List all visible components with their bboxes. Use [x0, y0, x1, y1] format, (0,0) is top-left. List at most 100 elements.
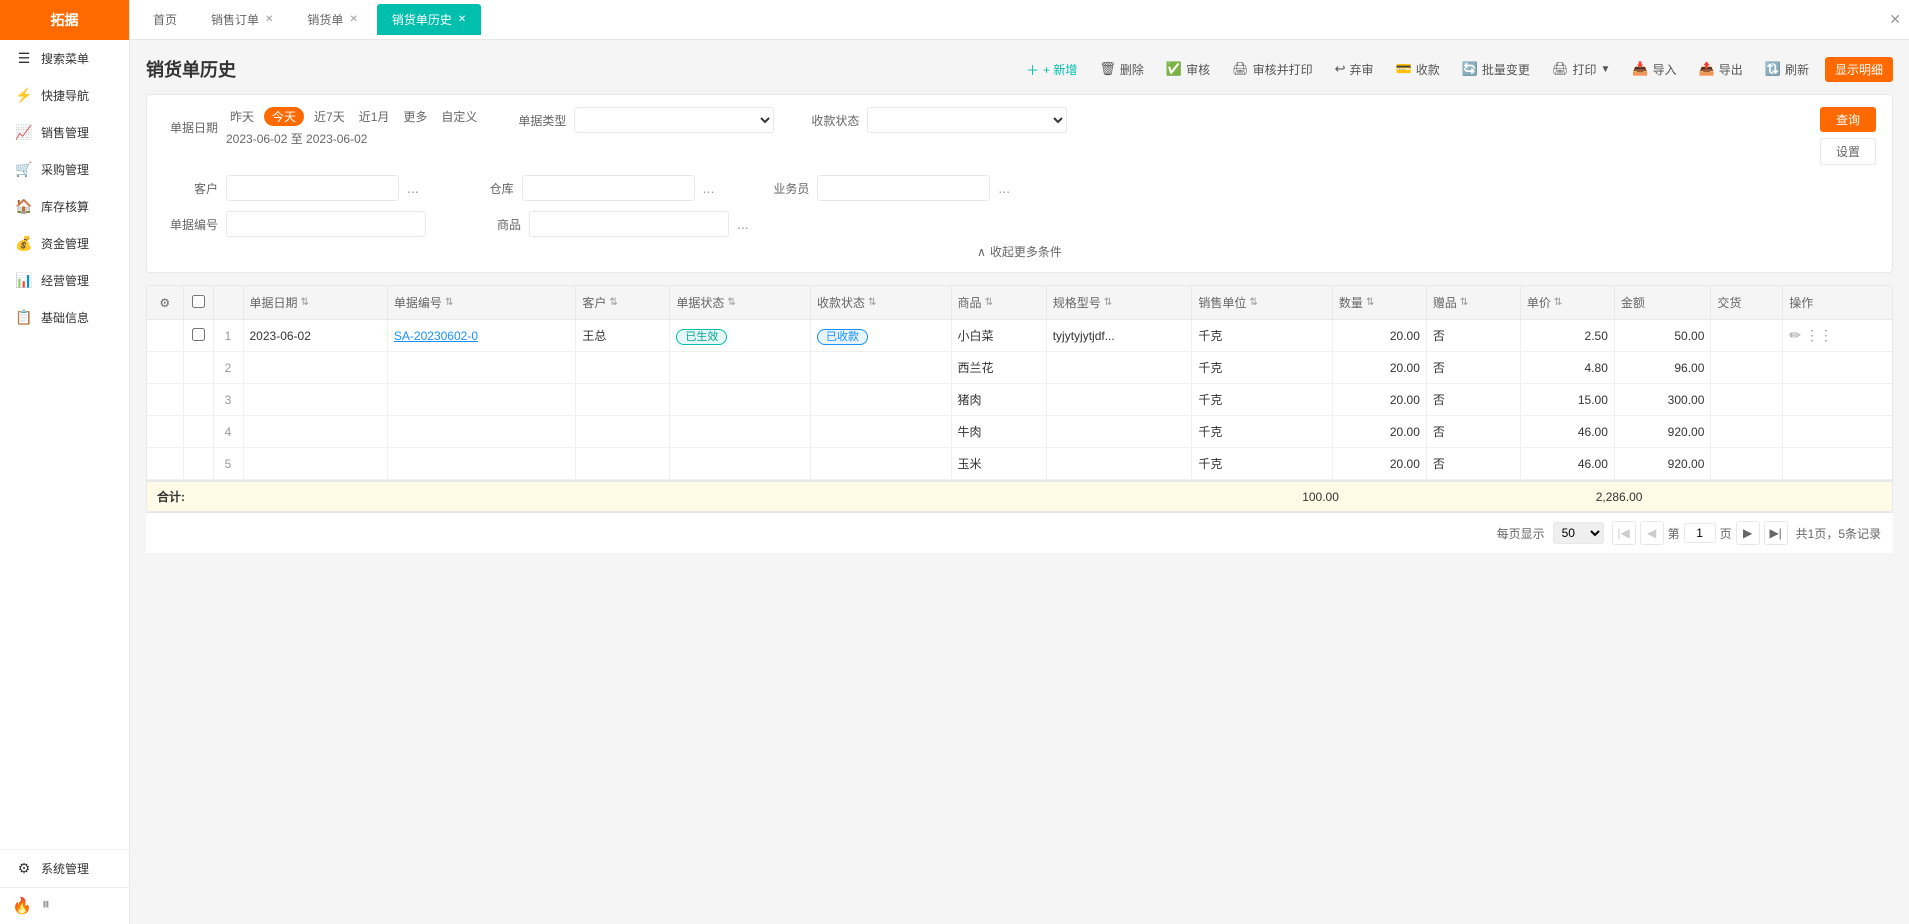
row-amount: 920.00	[1614, 448, 1711, 480]
set-button[interactable]: 设置	[1820, 138, 1876, 165]
show-detail-button[interactable]: 显示明细	[1825, 57, 1893, 82]
page-number-input[interactable]	[1684, 523, 1716, 543]
warehouse-input[interactable]	[522, 175, 695, 201]
home-icon: 🏠	[15, 198, 33, 215]
th-gift[interactable]: 赠品⇅	[1426, 286, 1520, 320]
tab-sales-history[interactable]: 销货单历史 ✕	[377, 4, 481, 35]
sidebar-logo: 拓据	[0, 0, 129, 40]
discard-button[interactable]: ↩ 弃审	[1329, 58, 1380, 81]
more-action-icon[interactable]: ⋮⋮	[1805, 327, 1833, 344]
row-trade	[1711, 320, 1783, 352]
import-button[interactable]: 📥 导入	[1626, 58, 1682, 81]
doc-no-input[interactable]	[226, 211, 426, 237]
table-settings-column[interactable]: ⚙	[147, 286, 183, 320]
edit-action-icon[interactable]: ✏	[1789, 327, 1801, 344]
tab-close-all[interactable]: ✕	[1889, 11, 1901, 28]
th-unit[interactable]: 销售单位⇅	[1192, 286, 1333, 320]
th-doc-date[interactable]: 单据日期⇅	[243, 286, 387, 320]
delete-button[interactable]: 🗑 删除	[1093, 58, 1150, 81]
collapse-filter-button[interactable]: ∧ 收起更多条件	[163, 243, 1876, 260]
row-doc-no[interactable]	[387, 384, 575, 416]
receive-button[interactable]: 💳 收款	[1390, 58, 1446, 81]
row-doc-no[interactable]	[387, 416, 575, 448]
batch-change-button[interactable]: 🔄 批量变更	[1456, 58, 1536, 81]
th-price[interactable]: 单价⇅	[1520, 286, 1614, 320]
summary-label: 合计:	[157, 488, 217, 505]
print-button[interactable]: 🖨 打印 ▼	[1546, 58, 1616, 81]
tab-sales-order[interactable]: 销售订单 ✕	[196, 4, 288, 35]
sidebar-item-sales-mgmt[interactable]: 📈 销售管理	[0, 114, 129, 151]
payment-status-label: 收款状态	[804, 112, 859, 129]
row-number: 5	[213, 448, 243, 480]
table-row: 4牛肉千克20.00否46.00920.00	[147, 416, 1892, 448]
row-doc-no[interactable]	[387, 448, 575, 480]
date-tag-yesterday[interactable]: 昨天	[226, 107, 258, 126]
date-tag-more[interactable]: 更多	[399, 107, 431, 126]
sidebar-item-basic-info[interactable]: 📋 基础信息	[0, 299, 129, 336]
th-customer[interactable]: 客户⇅	[576, 286, 670, 320]
doc-type-select[interactable]	[574, 107, 774, 133]
date-tag-7days[interactable]: 近7天	[310, 107, 349, 126]
page-size-label: 每页显示	[1497, 525, 1545, 542]
row-gear-cell	[147, 448, 183, 480]
row-trade	[1711, 384, 1783, 416]
tab-home[interactable]: 首页	[138, 4, 192, 35]
new-button[interactable]: ＋ + 新增	[1020, 57, 1083, 82]
audit-button[interactable]: ✅ 审核	[1160, 58, 1216, 81]
row-action	[1783, 448, 1892, 480]
tab-close-sales-order[interactable]: ✕	[265, 14, 273, 25]
row-goods: 玉米	[951, 448, 1046, 480]
prev-page-button[interactable]: ◀	[1640, 521, 1664, 545]
warehouse-ellipsis[interactable]: ...	[703, 180, 715, 196]
row-goods: 西兰花	[951, 352, 1046, 384]
sidebar-item-search-menu[interactable]: ☰ 搜索菜单	[0, 40, 129, 77]
refresh-button[interactable]: 🔃 刷新	[1759, 58, 1815, 81]
first-page-button[interactable]: |◀	[1612, 521, 1636, 545]
sidebar-bottom-icon-1[interactable]: 🔥	[12, 896, 32, 916]
sidebar-item-purchase-mgmt[interactable]: 🛒 采购管理	[0, 151, 129, 188]
tab-close-sales-history[interactable]: ✕	[458, 14, 466, 25]
sidebar-item-inventory[interactable]: 🏠 库存核算	[0, 188, 129, 225]
tab-sales-goods[interactable]: 销货单 ✕	[292, 4, 372, 35]
th-goods[interactable]: 商品⇅	[951, 286, 1046, 320]
table-check-column[interactable]	[183, 286, 213, 320]
sidebar-item-system[interactable]: ⚙ 系统管理	[0, 850, 129, 887]
date-tag-custom[interactable]: 自定义	[437, 107, 481, 126]
goods-ellipsis[interactable]: ...	[737, 216, 749, 232]
row-doc-date: 2023-06-02	[243, 320, 387, 352]
goods-input[interactable]	[529, 211, 729, 237]
staff-ellipsis[interactable]: ...	[998, 180, 1010, 196]
row-doc-no[interactable]: SA-20230602-0	[387, 320, 575, 352]
row-price: 46.00	[1520, 448, 1614, 480]
export-button[interactable]: 📤 导出	[1693, 58, 1749, 81]
page-size-select[interactable]: 50 100 200	[1553, 522, 1604, 544]
audit-print-button[interactable]: 🖨 审核并打印	[1226, 58, 1319, 81]
customer-input[interactable]	[226, 175, 399, 201]
sidebar-bottom-icon-2[interactable]: ⏸	[42, 896, 50, 916]
customer-ellipsis[interactable]: ...	[407, 180, 419, 196]
row-checkbox[interactable]	[192, 328, 205, 341]
sidebar-item-operations[interactable]: 📊 经营管理	[0, 262, 129, 299]
row-doc-no[interactable]	[387, 352, 575, 384]
sidebar-item-label: 库存核算	[41, 198, 89, 215]
th-pay-status[interactable]: 收款状态⇅	[810, 286, 951, 320]
query-button[interactable]: 查询	[1820, 107, 1876, 132]
payment-status-select[interactable]	[867, 107, 1067, 133]
row-spec	[1046, 352, 1192, 384]
tab-close-sales-goods[interactable]: ✕	[349, 14, 357, 25]
th-qty[interactable]: 数量⇅	[1332, 286, 1426, 320]
sidebar-item-quick-nav[interactable]: ⚡ 快捷导航	[0, 77, 129, 114]
th-doc-status[interactable]: 单据状态⇅	[670, 286, 811, 320]
next-page-button[interactable]: ▶	[1736, 521, 1760, 545]
select-all-checkbox[interactable]	[192, 295, 205, 308]
last-page-button[interactable]: ▶|	[1764, 521, 1788, 545]
row-number: 3	[213, 384, 243, 416]
date-tag-today[interactable]: 今天	[264, 107, 304, 126]
date-tag-1month[interactable]: 近1月	[355, 107, 394, 126]
sidebar-item-label: 经营管理	[41, 272, 89, 289]
staff-input[interactable]	[817, 175, 990, 201]
sidebar-item-finance[interactable]: 💰 资金管理	[0, 225, 129, 262]
th-doc-no[interactable]: 单据编号⇅	[387, 286, 575, 320]
th-spec[interactable]: 规格型号⇅	[1046, 286, 1192, 320]
doc-no-link[interactable]: SA-20230602-0	[394, 329, 478, 343]
